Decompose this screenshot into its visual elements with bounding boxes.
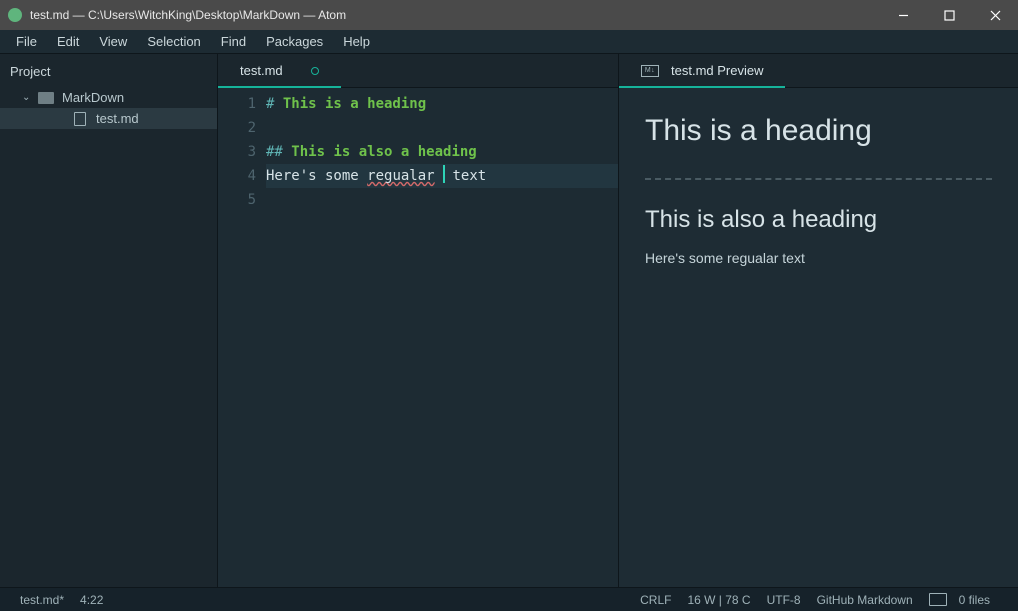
preview-h2: This is also a heading [645, 206, 992, 234]
window-title: test.md — C:\Users\WitchKing\Desktop\Mar… [30, 8, 346, 22]
maximize-button[interactable] [926, 0, 972, 30]
menu-packages[interactable]: Packages [256, 32, 333, 51]
menu-view[interactable]: View [89, 32, 137, 51]
folder-icon [38, 92, 54, 104]
line-number: 5 [218, 188, 256, 212]
menu-find[interactable]: Find [211, 32, 256, 51]
status-filename[interactable]: test.md* [12, 593, 72, 607]
folder-label: MarkDown [62, 90, 124, 105]
status-line-ending[interactable]: CRLF [632, 593, 679, 607]
code-line: ## This is also a heading [266, 140, 618, 164]
editor-tabbar: test.md [218, 54, 618, 88]
menu-bar: File Edit View Selection Find Packages H… [0, 30, 1018, 54]
preview-tab[interactable]: M↓ test.md Preview [619, 54, 785, 87]
markdown-preview[interactable]: This is a heading This is also a heading… [619, 88, 1018, 587]
tree-file-item[interactable]: test.md [0, 108, 217, 129]
editor-pane: test.md 1 2 3 4 5 # This is a heading ##… [218, 54, 618, 587]
tab-dirty-icon [311, 67, 319, 75]
line-number: 2 [218, 116, 256, 140]
app-icon [8, 8, 22, 22]
chevron-down-icon: ⌄ [22, 92, 34, 103]
editor-tab-testmd[interactable]: test.md [218, 54, 341, 87]
workspace: Project ⌄ MarkDown test.md test.md 1 2 3… [0, 54, 1018, 587]
project-pane[interactable]: Project ⌄ MarkDown test.md [0, 54, 218, 587]
code-line: # This is a heading [266, 92, 618, 116]
status-word-char-count[interactable]: 16 W | 78 C [679, 593, 758, 607]
preview-h1: This is a heading [645, 114, 992, 148]
preview-divider [645, 178, 992, 180]
close-button[interactable] [972, 0, 1018, 30]
text-editor[interactable]: 1 2 3 4 5 # This is a heading ## This is… [218, 88, 618, 587]
menu-help[interactable]: Help [333, 32, 380, 51]
markdown-icon: M↓ [641, 65, 659, 77]
code-line [266, 188, 618, 212]
tab-label: test.md [240, 63, 283, 78]
file-icon [74, 112, 86, 126]
code-line-active: Here's some regualar text [266, 164, 618, 188]
minimize-button[interactable] [880, 0, 926, 30]
status-grammar[interactable]: GitHub Markdown [809, 593, 921, 607]
status-git[interactable]: 0 files [921, 593, 1006, 607]
window-titlebar: test.md — C:\Users\WitchKing\Desktop\Mar… [0, 0, 1018, 30]
file-icon [929, 593, 947, 606]
code-line [266, 116, 618, 140]
preview-paragraph: Here's some regualar text [645, 250, 992, 266]
line-number: 1 [218, 92, 256, 116]
line-number: 3 [218, 140, 256, 164]
menu-selection[interactable]: Selection [137, 32, 210, 51]
project-header: Project [0, 62, 217, 87]
line-number-gutter: 1 2 3 4 5 [218, 88, 266, 587]
status-cursor-position[interactable]: 4:22 [72, 593, 111, 607]
file-label: test.md [96, 111, 139, 126]
menu-file[interactable]: File [6, 32, 47, 51]
preview-tabbar: M↓ test.md Preview [619, 54, 1018, 88]
status-bar: test.md* 4:22 CRLF 16 W | 78 C UTF-8 Git… [0, 587, 1018, 611]
code-area[interactable]: # This is a heading ## This is also a he… [266, 88, 618, 587]
tree-folder-root[interactable]: ⌄ MarkDown [0, 87, 217, 108]
tab-label: test.md Preview [671, 63, 763, 78]
preview-pane: M↓ test.md Preview This is a heading Thi… [618, 54, 1018, 587]
status-encoding[interactable]: UTF-8 [759, 593, 809, 607]
line-number: 4 [218, 164, 256, 188]
menu-edit[interactable]: Edit [47, 32, 89, 51]
